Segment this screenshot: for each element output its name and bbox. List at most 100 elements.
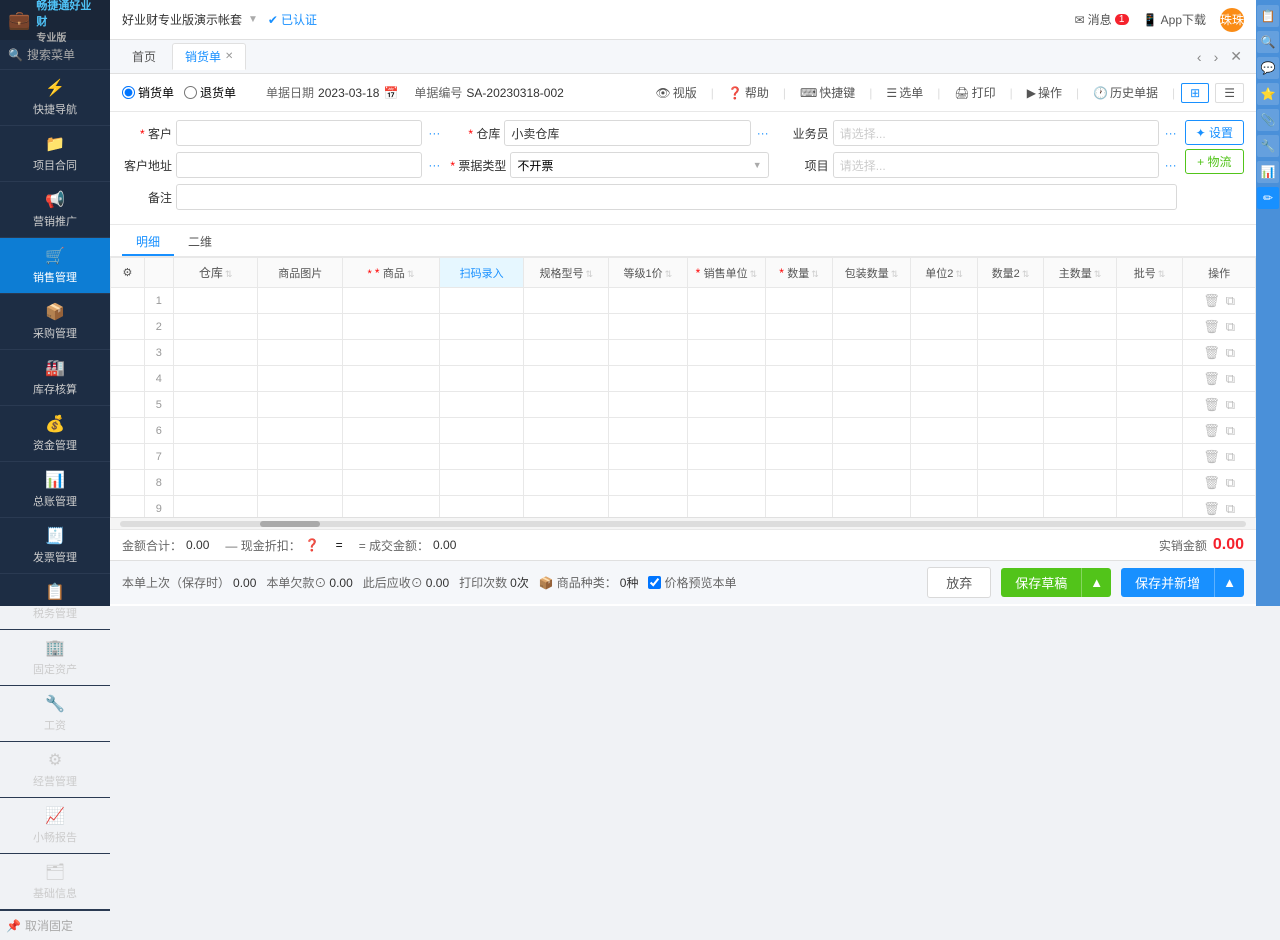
cell-spec-2[interactable]	[524, 314, 609, 340]
th-spec[interactable]: 规格型号⇅	[524, 258, 609, 288]
cell-image-8[interactable]	[258, 470, 343, 496]
sidebar-bottom-pin[interactable]: 📌 取消固定	[0, 910, 110, 940]
copy-row-btn-8[interactable]: ⧉	[1225, 474, 1236, 492]
cell-spec-6[interactable]	[524, 418, 609, 444]
cell-spec-8[interactable]	[524, 470, 609, 496]
cell-product-6[interactable]	[343, 418, 440, 444]
th-main-qty[interactable]: 主数量⇅	[1044, 258, 1117, 288]
delete-row-btn-2[interactable]: 🗑	[1202, 318, 1221, 336]
abandon-btn[interactable]: 放弃	[927, 567, 991, 598]
th-price1[interactable]: 等级1价⇅	[609, 258, 688, 288]
cell-batch-4[interactable]	[1116, 366, 1182, 392]
cell-image-1[interactable]	[258, 288, 343, 314]
copy-row-btn-3[interactable]: ⧉	[1225, 344, 1236, 362]
th-product[interactable]: * 商品⇅	[343, 258, 440, 288]
cell-unit2-3[interactable]	[911, 340, 977, 366]
cell-warehouse-8[interactable]	[173, 470, 258, 496]
operate-btn[interactable]: ▶ 操作	[1019, 82, 1070, 103]
tab-next-btn[interactable]: ›	[1210, 46, 1223, 67]
cell-pack_qty-7[interactable]	[832, 444, 911, 470]
copy-row-btn-1[interactable]: ⧉	[1225, 292, 1236, 310]
cell-image-5[interactable]	[258, 392, 343, 418]
cell-unit2-6[interactable]	[911, 418, 977, 444]
cell-scan-9[interactable]	[439, 496, 524, 518]
cell-pack_qty-9[interactable]	[832, 496, 911, 518]
cell-product-8[interactable]	[343, 470, 440, 496]
cell-image-7[interactable]	[258, 444, 343, 470]
save-new-btn[interactable]: 保存并新增	[1121, 568, 1215, 597]
cell-price1-7[interactable]	[609, 444, 688, 470]
cell-scan-7[interactable]	[439, 444, 524, 470]
cell-batch-6[interactable]	[1116, 418, 1182, 444]
sidebar-item-reports[interactable]: 📈 小畅报告	[0, 798, 110, 854]
cell-scan-6[interactable]	[439, 418, 524, 444]
grid-view-btn[interactable]: ⊞	[1181, 83, 1209, 103]
cell-unit-6[interactable]	[687, 418, 766, 444]
cell-pack_qty-3[interactable]	[832, 340, 911, 366]
cell-warehouse-6[interactable]	[173, 418, 258, 444]
cell-price1-6[interactable]	[609, 418, 688, 444]
price-preview-checkbox[interactable]	[648, 576, 661, 589]
cell-batch-7[interactable]	[1116, 444, 1182, 470]
cell-warehouse-1[interactable]	[173, 288, 258, 314]
view-btn[interactable]: 👁 视版	[647, 82, 704, 103]
horizontal-scrollbar[interactable]	[110, 517, 1256, 529]
cell-unit-4[interactable]	[687, 366, 766, 392]
delete-row-btn-3[interactable]: 🗑	[1202, 344, 1221, 362]
cell-spec-7[interactable]	[524, 444, 609, 470]
sidebar-item-sales[interactable]: 🛒 销售管理	[0, 238, 110, 294]
cell-qty2-8[interactable]	[977, 470, 1043, 496]
th-settings[interactable]: ⚙	[111, 258, 145, 288]
cell-qty-5[interactable]	[766, 392, 832, 418]
cell-spec-5[interactable]	[524, 392, 609, 418]
cell-image-3[interactable]	[258, 340, 343, 366]
sidebar-item-tax[interactable]: 📋 税务管理	[0, 574, 110, 630]
cell-warehouse-3[interactable]	[173, 340, 258, 366]
save-draft-btn[interactable]: 保存草稿	[1001, 568, 1082, 597]
select-btn[interactable]: ☰ 选单	[878, 82, 931, 103]
cell-product-7[interactable]	[343, 444, 440, 470]
cell-pack_qty-4[interactable]	[832, 366, 911, 392]
cell-qty2-2[interactable]	[977, 314, 1043, 340]
th-pack-qty[interactable]: 包装数量⇅	[832, 258, 911, 288]
sidebar-item-accounts[interactable]: 📊 总账管理	[0, 462, 110, 518]
th-qty2[interactable]: 数量2⇅	[977, 258, 1043, 288]
cell-qty2-1[interactable]	[977, 288, 1043, 314]
delete-row-btn-6[interactable]: 🗑	[1202, 422, 1221, 440]
cell-qty-2[interactable]	[766, 314, 832, 340]
sidebar-item-marketing[interactable]: 📢 营销推广	[0, 182, 110, 238]
cell-scan-2[interactable]	[439, 314, 524, 340]
sidebar-item-projects[interactable]: 📁 项目合同	[0, 126, 110, 182]
cell-warehouse-5[interactable]	[173, 392, 258, 418]
right-panel-btn-6[interactable]: 🔧	[1257, 135, 1279, 157]
app-download-btn[interactable]: 📱 App下载	[1143, 11, 1206, 28]
cell-unit-3[interactable]	[687, 340, 766, 366]
right-panel-btn-8[interactable]: ✏	[1257, 187, 1279, 209]
right-panel-btn-3[interactable]: 💬	[1257, 57, 1279, 79]
copy-row-btn-4[interactable]: ⧉	[1225, 370, 1236, 388]
remark-input[interactable]	[176, 184, 1177, 210]
cell-qty2-7[interactable]	[977, 444, 1043, 470]
cell-price1-5[interactable]	[609, 392, 688, 418]
cell-unit2-9[interactable]	[911, 496, 977, 518]
project-ellipsis[interactable]: ···	[1165, 158, 1177, 172]
cell-unit2-8[interactable]	[911, 470, 977, 496]
company-selector[interactable]: 好业财专业版演示帐套 ▼	[122, 11, 258, 28]
cell-unit2-5[interactable]	[911, 392, 977, 418]
right-panel-btn-1[interactable]: 📋	[1257, 5, 1279, 27]
save-new-dropdown-btn[interactable]: ▲	[1215, 568, 1244, 597]
cell-unit2-1[interactable]	[911, 288, 977, 314]
cell-unit-1[interactable]	[687, 288, 766, 314]
settings-btn[interactable]: ✦ 设置	[1185, 120, 1244, 145]
right-panel-btn-4[interactable]: ⭐	[1257, 83, 1279, 105]
cell-warehouse-4[interactable]	[173, 366, 258, 392]
sale-radio[interactable]: 销货单	[122, 84, 174, 101]
sidebar-item-basic[interactable]: 🗂 基础信息	[0, 854, 110, 910]
copy-row-btn-6[interactable]: ⧉	[1225, 422, 1236, 440]
warehouse-input[interactable]: 小卖仓库	[504, 120, 750, 146]
sidebar-item-invoice[interactable]: 🧾 发票管理	[0, 518, 110, 574]
calendar-icon[interactable]: 📅	[383, 86, 398, 100]
cell-qty-1[interactable]	[766, 288, 832, 314]
cell-scan-3[interactable]	[439, 340, 524, 366]
cell-warehouse-9[interactable]	[173, 496, 258, 518]
